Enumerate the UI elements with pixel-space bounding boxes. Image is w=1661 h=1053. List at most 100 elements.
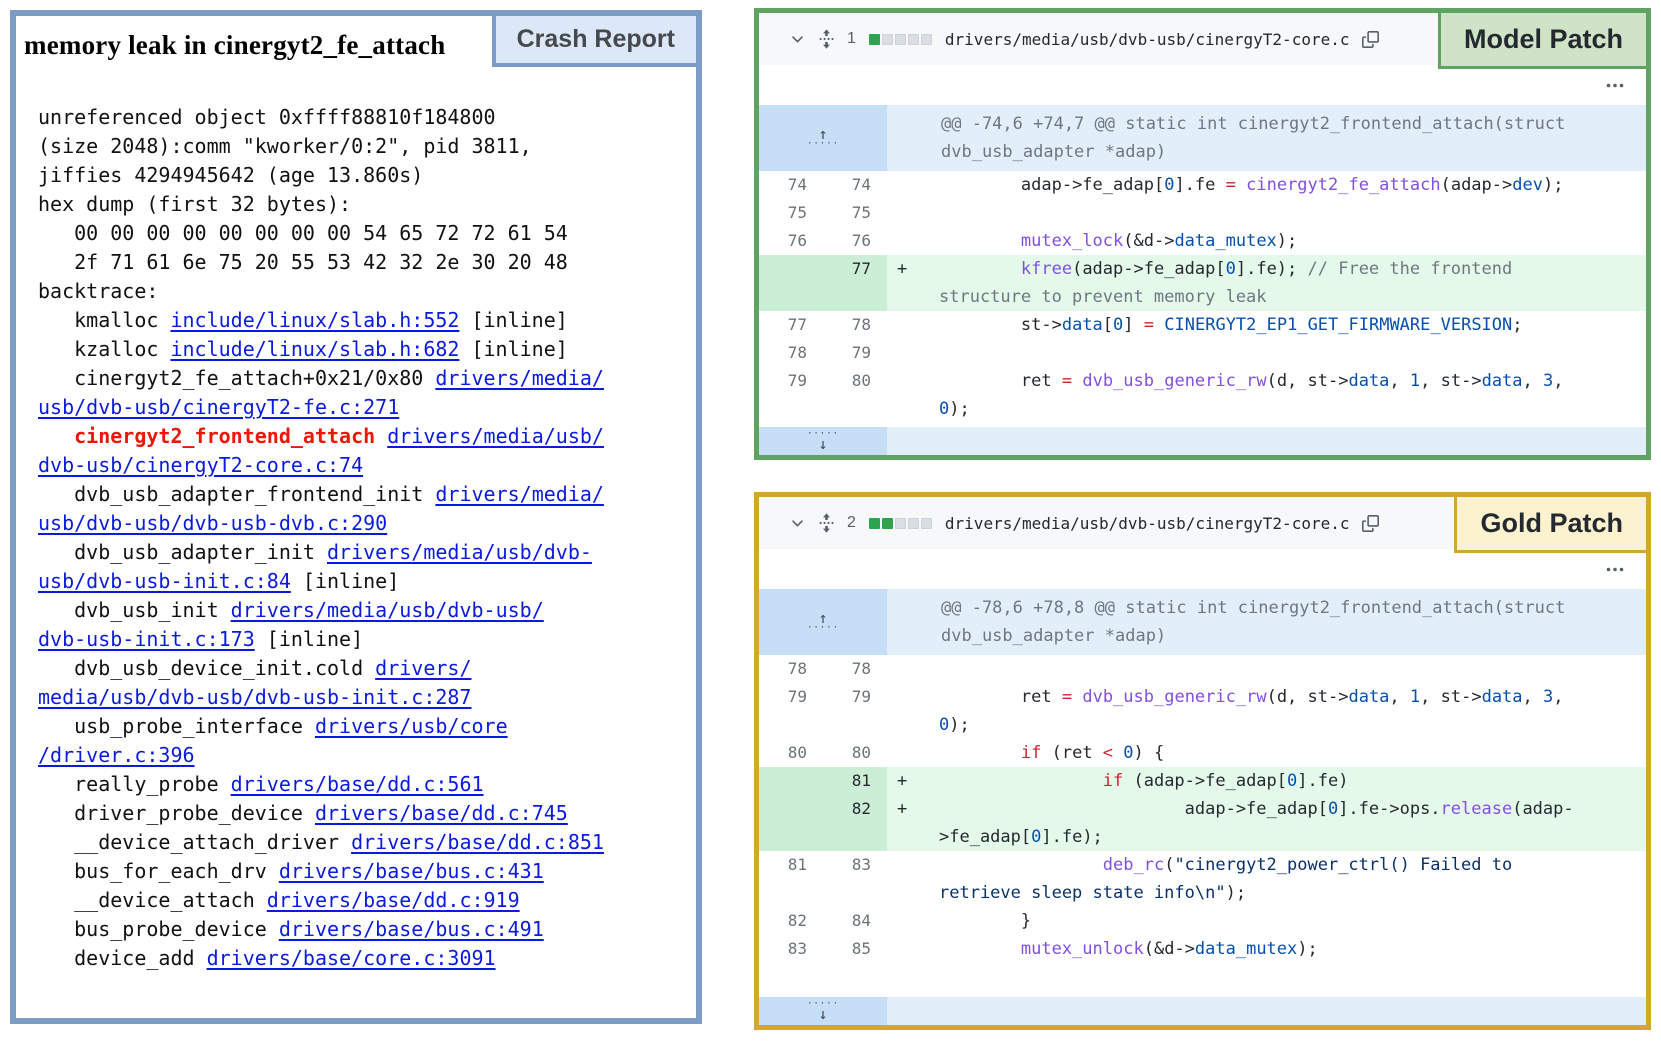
kebab-menu-icon[interactable] — [1606, 567, 1624, 572]
source-link[interactable]: drivers/base/bus.c:491 — [279, 917, 544, 941]
crash-line: usb/dvb-usb-init.c:84 [inline] — [38, 567, 688, 596]
new-line-number[interactable]: 74 — [823, 171, 887, 199]
new-line-number[interactable]: 81 — [823, 767, 887, 795]
new-line-number[interactable]: 83 — [823, 851, 887, 907]
source-link[interactable]: drivers/base/dd.c:561 — [231, 772, 484, 796]
source-link[interactable]: usb/dvb-usb/dvb-usb-dvb.c:290 — [38, 511, 387, 535]
source-link[interactable]: drivers/base/bus.c:431 — [279, 859, 544, 883]
source-link[interactable]: include/linux/slab.h:682 — [170, 337, 459, 361]
old-line-number[interactable]: 82 — [759, 907, 823, 935]
old-line-number[interactable]: 79 — [759, 367, 823, 423]
diff-marker — [887, 683, 927, 739]
new-line-number[interactable]: 85 — [823, 935, 887, 963]
diff-context-line: 77 78 st->data[0] = CINERGYT2_EP1_GET_FIR… — [759, 311, 1646, 339]
figure-canvas: Crash Report memory leak in cinergyt2_fe… — [0, 0, 1661, 1053]
crash-line: 00 00 00 00 00 00 00 00 54 65 72 72 61 5… — [38, 219, 688, 248]
source-link[interactable]: media/usb/dvb-usb/dvb-usb-init.c:287 — [38, 685, 471, 709]
source-link[interactable]: dvb-usb-init.c:173 — [38, 627, 255, 651]
crash-text: bus_for_each_drv — [38, 859, 279, 883]
old-line-number[interactable]: 76 — [759, 227, 823, 255]
copy-icon[interactable] — [1362, 514, 1380, 532]
source-link[interactable]: drivers/base/dd.c:919 — [267, 888, 520, 912]
source-link[interactable]: dvb-usb/cinergyT2-core.c:74 — [38, 453, 363, 477]
diff-context-line: 75 75 — [759, 199, 1646, 227]
diff-marker — [887, 367, 927, 423]
source-link[interactable]: drivers/media/ — [435, 482, 604, 506]
old-line-number[interactable]: 83 — [759, 935, 823, 963]
expand-up-button[interactable]: ↑ ····· — [759, 589, 887, 655]
diffstat-added-square — [881, 517, 893, 529]
old-line-number[interactable] — [759, 255, 823, 311]
crash-line: hex dump (first 32 bytes): — [38, 190, 688, 219]
source-link[interactable]: drivers/base/dd.c:851 — [351, 830, 604, 854]
diff-context-line: 79 79 ret = dvb_usb_generic_rw(d, st->dat… — [759, 683, 1646, 739]
source-link[interactable]: drivers/media/usb/dvb-usb/ — [231, 598, 544, 622]
crash-line: dvb-usb-init.c:173 [inline] — [38, 625, 688, 654]
crash-line: media/usb/dvb-usb/dvb-usb-init.c:287 — [38, 683, 688, 712]
source-link[interactable]: drivers/base/dd.c:745 — [315, 801, 568, 825]
drag-handle-icon[interactable] — [819, 29, 834, 49]
old-line-number[interactable]: 74 — [759, 171, 823, 199]
source-link[interactable]: include/linux/slab.h:552 — [170, 308, 459, 332]
new-line-number[interactable]: 75 — [823, 199, 887, 227]
source-link[interactable]: drivers/base/core.c:3091 — [207, 946, 496, 970]
new-line-number[interactable]: 79 — [823, 683, 887, 739]
expand-down-button[interactable]: ····· ↓ — [759, 997, 887, 1025]
diffstat-empty-square — [894, 33, 906, 45]
crash-text: dvb_usb_device_init.cold — [38, 656, 376, 680]
drag-handle-icon[interactable] — [819, 513, 834, 533]
crash-text: hex dump (first 32 bytes): — [38, 192, 352, 216]
new-line-number[interactable]: 78 — [823, 311, 887, 339]
source-link[interactable]: usb/dvb-usb/cinergyT2-fe.c:271 — [38, 395, 399, 419]
file-path: drivers/media/usb/dvb-usb/cinergyT2-core… — [944, 29, 1350, 49]
diff-context-line: 78 79 — [759, 339, 1646, 367]
source-link[interactable]: usb/dvb-usb-init.c:84 — [38, 569, 291, 593]
source-link[interactable]: drivers/media/usb/ — [387, 424, 604, 448]
crash-report-badge: Crash Report — [491, 16, 696, 67]
crash-line: (size 2048):comm "kworker/0:2", pid 3811… — [38, 132, 688, 161]
old-line-number[interactable]: 75 — [759, 199, 823, 227]
source-link[interactable]: drivers/usb/core — [315, 714, 508, 738]
chevron-down-icon[interactable] — [789, 31, 806, 48]
new-line-number[interactable]: 80 — [823, 739, 887, 767]
old-line-number[interactable]: 79 — [759, 683, 823, 739]
file-index: 2 — [847, 514, 856, 531]
kebab-menu-icon[interactable] — [1606, 83, 1624, 88]
source-link[interactable]: drivers/ — [375, 656, 471, 680]
old-line-number[interactable] — [759, 767, 823, 795]
old-line-number[interactable]: 77 — [759, 311, 823, 339]
diffstat-empty-square — [907, 517, 919, 529]
crash-line: bus_probe_device drivers/base/bus.c:491 — [38, 915, 688, 944]
diff-marker — [887, 339, 927, 367]
old-line-number[interactable] — [759, 795, 823, 851]
model-patch-panel: Model Patch 1 drivers/media/usb/dvb-usb/… — [754, 8, 1651, 460]
new-line-number[interactable]: 79 — [823, 339, 887, 367]
old-line-number[interactable]: 81 — [759, 851, 823, 907]
new-line-number[interactable]: 78 — [823, 655, 887, 683]
old-line-number[interactable]: 78 — [759, 339, 823, 367]
old-line-number[interactable]: 80 — [759, 739, 823, 767]
new-line-number[interactable]: 80 — [823, 367, 887, 423]
old-line-number[interactable]: 78 — [759, 655, 823, 683]
error-function-text: cinergyt2_frontend_attach — [38, 424, 376, 448]
code-text: if (ret < 0) { — [1020, 743, 1165, 763]
crash-text: kmalloc — [38, 308, 171, 332]
copy-icon[interactable] — [1362, 30, 1380, 48]
source-link[interactable]: drivers/media/ — [435, 366, 604, 390]
source-link[interactable]: drivers/media/usb/dvb- — [327, 540, 592, 564]
new-line-number[interactable]: 76 — [823, 227, 887, 255]
new-line-number[interactable]: 84 — [823, 907, 887, 935]
expand-up-button[interactable]: ↑ ····· — [759, 105, 887, 171]
crash-text: (size 2048):comm "kworker/0:2", pid 3811… — [38, 134, 532, 158]
chevron-down-icon[interactable] — [789, 515, 806, 532]
crash-text: __device_attach_driver — [38, 830, 352, 854]
expand-down-button[interactable]: ····· ↓ — [759, 427, 887, 455]
diff-table: ↑ ····· @@ -78,6 +78,8 @@ static int ciner… — [759, 589, 1646, 1025]
crash-text: device_add — [38, 946, 207, 970]
new-line-number[interactable]: 77 — [823, 255, 887, 311]
diffstat-empty-square — [881, 33, 893, 45]
hunk-header-text: @@ -78,6 +78,8 @@ static int cinergyt2_f… — [941, 598, 1576, 646]
new-line-number[interactable]: 82 — [823, 795, 887, 851]
source-link[interactable]: /driver.c:396 — [38, 743, 195, 767]
